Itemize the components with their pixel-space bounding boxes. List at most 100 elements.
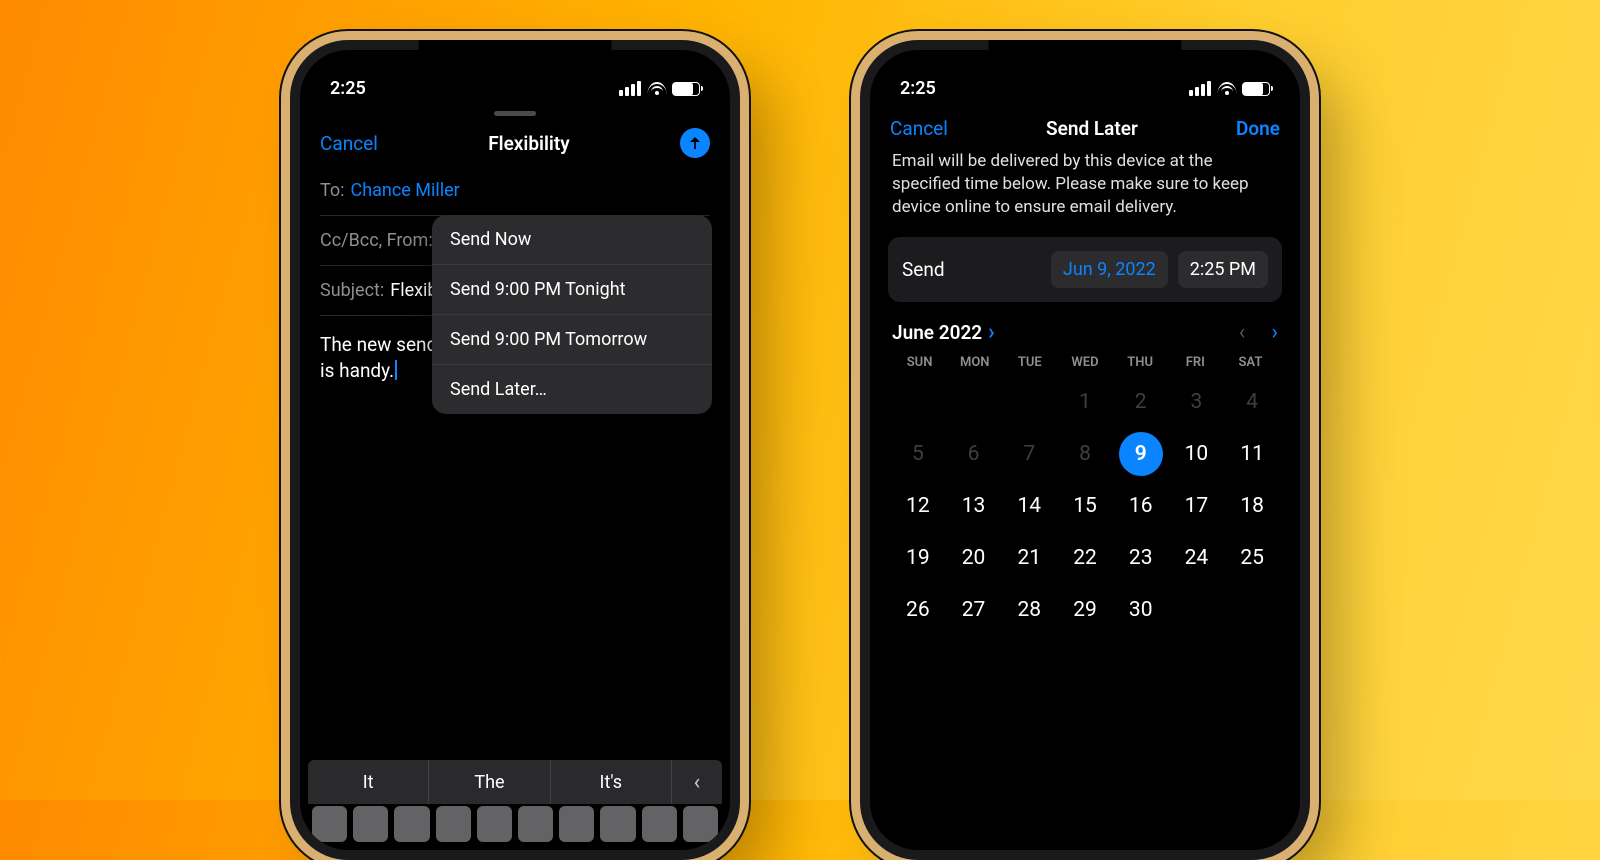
calendar-day[interactable]: 13 (948, 482, 1000, 530)
status-indicators (619, 81, 700, 96)
wifi-icon (647, 82, 666, 96)
send-later-navbar: Cancel Send Later Done (870, 105, 1300, 148)
cancel-button[interactable]: Cancel (890, 117, 948, 140)
calendar-day[interactable]: 14 (1003, 482, 1055, 530)
cellular-icon (1189, 81, 1211, 96)
compose-navbar: Cancel Flexibility (300, 116, 730, 166)
calendar-day[interactable]: 18 (1226, 482, 1278, 530)
send-row-label: Send (902, 258, 1041, 281)
month-label: June 2022 (892, 321, 982, 344)
subject-label: Subject: (320, 280, 384, 301)
weekday-tue: TUE (1002, 355, 1057, 370)
calendar-day (1003, 378, 1055, 426)
weekday-sat: SAT (1223, 355, 1278, 370)
send-schedule-row: Send Jun 9, 2022 2:25 PM (888, 237, 1282, 302)
weekday-header: SUN MON TUE WED THU FRI SAT (892, 355, 1278, 370)
compose-title: Flexibility (378, 132, 680, 155)
phone-send-later: 2:25 Cancel Send Later Done Email will b… (860, 40, 1310, 860)
calendar-day[interactable]: 3 (1171, 378, 1223, 426)
status-time: 2:25 (900, 78, 936, 99)
calendar-day[interactable]: 29 (1059, 586, 1111, 634)
calendar-day[interactable]: 2 (1115, 378, 1167, 426)
menu-send-tonight[interactable]: Send 9:00 PM Tonight (432, 265, 712, 315)
cc-bcc-label: Cc/Bcc, From: (320, 230, 433, 251)
menu-send-now[interactable]: Send Now (432, 215, 712, 265)
compose-screen: 2:25 Cancel Flexibility To: Chance Mi (300, 50, 730, 850)
battery-icon (672, 82, 700, 96)
status-time: 2:25 (330, 78, 366, 99)
suggestion-2[interactable]: The (429, 760, 550, 804)
calendar-day[interactable]: 15 (1059, 482, 1111, 530)
to-field[interactable]: To: Chance Miller (320, 166, 710, 216)
cancel-button[interactable]: Cancel (320, 132, 378, 155)
calendar-day[interactable]: 25 (1226, 534, 1278, 582)
calendar-grid: 1234567891011121314151617181920212223242… (892, 378, 1278, 634)
calendar-day[interactable]: 4 (1226, 378, 1278, 426)
suggestion-1[interactable]: It (308, 760, 429, 804)
wifi-icon (1217, 82, 1236, 96)
done-button[interactable]: Done (1236, 117, 1280, 140)
chevron-right-icon: › (988, 320, 995, 345)
send-later-description: Email will be delivered by this device a… (870, 148, 1300, 237)
calendar-day (948, 378, 1000, 426)
calendar-day[interactable]: 26 (892, 586, 944, 634)
to-recipient: Chance Miller (351, 180, 460, 201)
weekday-sun: SUN (892, 355, 947, 370)
date-chip[interactable]: Jun 9, 2022 (1051, 251, 1168, 288)
calendar-day (1226, 586, 1278, 634)
calendar-day (892, 378, 944, 426)
calendar-day[interactable]: 23 (1115, 534, 1167, 582)
status-indicators (1189, 81, 1270, 96)
send-later-screen: 2:25 Cancel Send Later Done Email will b… (870, 50, 1300, 850)
suggestion-3[interactable]: It's (551, 760, 672, 804)
calendar-day[interactable]: 21 (1003, 534, 1055, 582)
calendar-day[interactable]: 19 (892, 534, 944, 582)
calendar-day[interactable]: 7 (1003, 430, 1055, 478)
month-picker[interactable]: June 2022 › (892, 320, 995, 345)
month-nav: ‹ › (1239, 320, 1278, 345)
notch (998, 40, 1173, 72)
battery-icon (1242, 82, 1270, 96)
cellular-icon (619, 81, 641, 96)
calendar-day[interactable]: 10 (1171, 430, 1223, 478)
to-label: To: (320, 180, 345, 201)
calendar: June 2022 › ‹ › SUN MON TUE WED THU FRI … (870, 320, 1300, 634)
send-button[interactable] (680, 128, 710, 158)
calendar-day (1171, 586, 1223, 634)
calendar-day[interactable]: 6 (948, 430, 1000, 478)
calendar-day[interactable]: 24 (1171, 534, 1223, 582)
calendar-day[interactable]: 8 (1059, 430, 1111, 478)
weekday-mon: MON (947, 355, 1002, 370)
calendar-day[interactable]: 22 (1059, 534, 1111, 582)
keyboard-suggestions: It The It's ‹ (308, 760, 722, 804)
calendar-day[interactable]: 30 (1115, 586, 1167, 634)
calendar-day[interactable]: 16 (1115, 482, 1167, 530)
arrow-up-icon (687, 135, 703, 151)
menu-send-later[interactable]: Send Later… (432, 365, 712, 414)
calendar-day[interactable]: 11 (1226, 430, 1278, 478)
suggestion-collapse[interactable]: ‹ (672, 760, 722, 804)
send-later-title: Send Later (948, 117, 1236, 140)
calendar-day[interactable]: 20 (948, 534, 1000, 582)
menu-send-tomorrow[interactable]: Send 9:00 PM Tomorrow (432, 315, 712, 365)
calendar-day[interactable]: 12 (892, 482, 944, 530)
calendar-day[interactable]: 28 (1003, 586, 1055, 634)
calendar-day[interactable]: 27 (948, 586, 1000, 634)
chevron-left-icon: ‹ (694, 770, 701, 795)
time-chip[interactable]: 2:25 PM (1178, 251, 1268, 288)
calendar-day[interactable]: 17 (1171, 482, 1223, 530)
calendar-day[interactable]: 1 (1059, 378, 1111, 426)
calendar-day[interactable]: 9 (1119, 432, 1163, 476)
calendar-header: June 2022 › ‹ › (892, 320, 1278, 345)
send-options-menu: Send Now Send 9:00 PM Tonight Send 9:00 … (432, 215, 712, 414)
weekday-fri: FRI (1168, 355, 1223, 370)
weekday-wed: WED (1057, 355, 1112, 370)
text-cursor (395, 360, 397, 380)
weekday-thu: THU (1113, 355, 1168, 370)
next-month-button[interactable]: › (1271, 320, 1278, 345)
calendar-day[interactable]: 5 (892, 430, 944, 478)
prev-month-button[interactable]: ‹ (1239, 320, 1246, 345)
notch (428, 40, 603, 72)
keyboard-row[interactable] (312, 806, 718, 842)
phone-compose: 2:25 Cancel Flexibility To: Chance Mi (290, 40, 740, 860)
